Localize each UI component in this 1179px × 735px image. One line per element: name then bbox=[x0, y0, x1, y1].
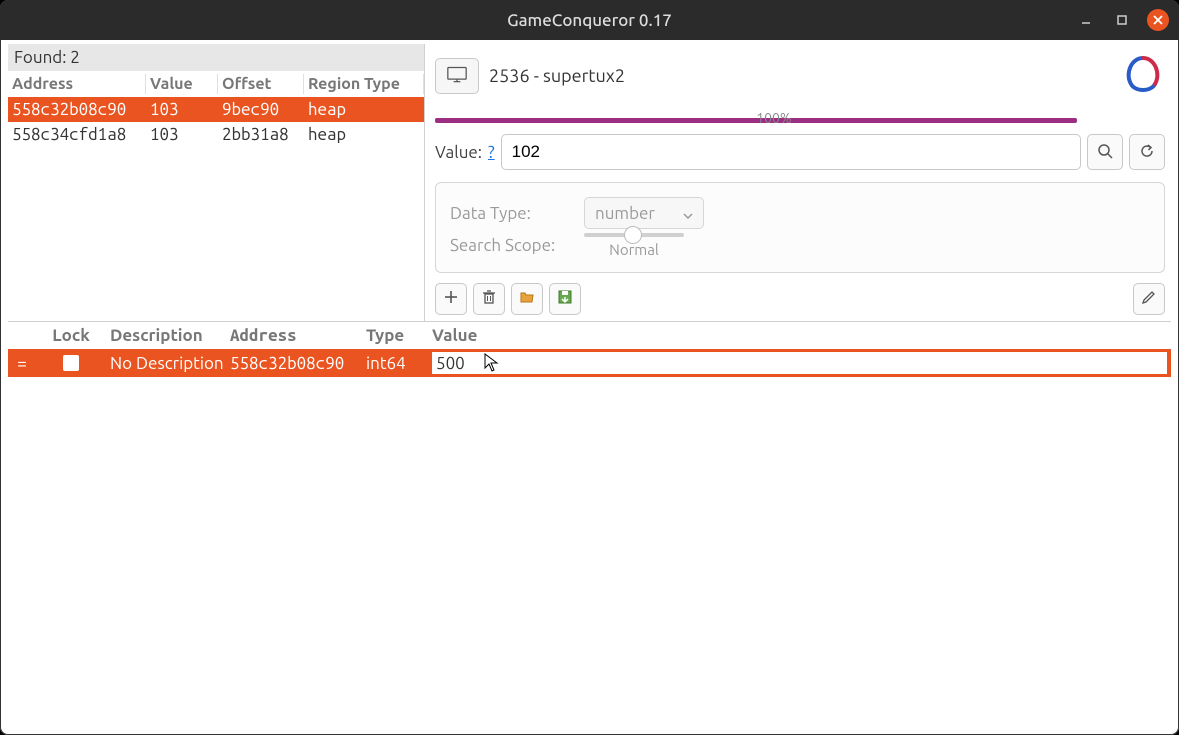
cell-address: 558c32b08c90 bbox=[8, 99, 146, 120]
col-lock[interactable]: Lock bbox=[36, 325, 106, 346]
col-value[interactable]: Value bbox=[146, 74, 218, 94]
cell-region: heap bbox=[304, 99, 424, 120]
col-addr2[interactable]: Address bbox=[226, 325, 362, 346]
cell-offset: 9bec90 bbox=[218, 99, 304, 120]
reset-button[interactable] bbox=[1129, 134, 1165, 170]
save-icon bbox=[557, 289, 573, 309]
data-type-row: Data Type: number bbox=[450, 197, 1150, 229]
add-button[interactable] bbox=[435, 283, 467, 315]
col-desc[interactable]: Description bbox=[106, 325, 226, 346]
cheat-row[interactable]: = No Description558c32b08c90int64 bbox=[8, 349, 1171, 377]
value-help-link[interactable]: ? bbox=[488, 143, 495, 162]
cheat-pane: Lock Description Address Type Value = No … bbox=[8, 322, 1171, 727]
col-address[interactable]: Address bbox=[8, 74, 146, 94]
value-label: Value: bbox=[435, 143, 482, 162]
cell-desc[interactable]: No Description bbox=[106, 353, 226, 374]
slider-thumb[interactable] bbox=[624, 226, 642, 244]
progress-bar: 100% bbox=[435, 110, 1165, 120]
monitor-icon bbox=[447, 66, 467, 87]
process-label: 2536 - supertux2 bbox=[489, 66, 1111, 86]
data-type-label: Data Type: bbox=[450, 204, 560, 223]
col-type[interactable]: Type bbox=[362, 325, 428, 346]
cell-addr[interactable]: 558c32b08c90 bbox=[226, 353, 362, 374]
scope-slider-wrap: Normal bbox=[584, 233, 684, 258]
minimize-button[interactable] bbox=[1075, 9, 1097, 31]
cell-type[interactable]: int64 bbox=[362, 353, 428, 374]
app-window: GameConqueror 0.17 Found: 2 Address Valu… bbox=[0, 0, 1179, 735]
scope-label: Search Scope: bbox=[450, 236, 560, 255]
window-controls bbox=[1075, 0, 1169, 40]
select-process-button[interactable] bbox=[435, 58, 479, 94]
results-table[interactable]: Address Value Offset Region Type 558c32b… bbox=[8, 71, 424, 321]
cheat-toolbar bbox=[435, 283, 1165, 315]
search-pane: 2536 - supertux2 100% Value: ? bbox=[424, 44, 1171, 321]
search-button[interactable] bbox=[1087, 134, 1123, 170]
col-val2[interactable]: Value bbox=[428, 325, 1171, 346]
chevron-down-icon bbox=[683, 204, 693, 223]
titlebar: GameConqueror 0.17 bbox=[0, 0, 1179, 40]
edit-button[interactable] bbox=[1133, 283, 1165, 315]
data-type-value: number bbox=[595, 204, 655, 223]
delete-button[interactable] bbox=[473, 283, 505, 315]
cell-value: 103 bbox=[146, 124, 218, 145]
cell-value[interactable] bbox=[428, 351, 1171, 375]
options-box: Data Type: number Search Scope: bbox=[435, 182, 1165, 273]
results-row[interactable]: 558c32b08c901039bec90heap bbox=[8, 97, 424, 122]
cell-lock[interactable] bbox=[36, 354, 106, 372]
data-type-select[interactable]: number bbox=[584, 197, 704, 229]
app-logo-icon bbox=[1121, 54, 1165, 98]
save-button[interactable] bbox=[549, 283, 581, 315]
close-button[interactable] bbox=[1147, 9, 1169, 31]
refresh-icon bbox=[1139, 143, 1155, 162]
results-pane: Found: 2 Address Value Offset Region Typ… bbox=[8, 44, 424, 321]
col-offset[interactable]: Offset bbox=[218, 74, 304, 94]
value-input[interactable] bbox=[501, 134, 1081, 170]
open-button[interactable] bbox=[511, 283, 543, 315]
window-title: GameConqueror 0.17 bbox=[507, 11, 672, 30]
cheat-header-row: Lock Description Address Type Value bbox=[8, 322, 1171, 349]
results-row[interactable]: 558c34cfd1a81032bb31a8heap bbox=[8, 122, 424, 147]
folder-open-icon bbox=[519, 289, 535, 309]
search-icon bbox=[1097, 143, 1113, 162]
scope-row: Search Scope: Normal bbox=[450, 233, 1150, 258]
plus-icon bbox=[443, 289, 459, 309]
pencil-icon bbox=[1141, 289, 1157, 309]
col-eq bbox=[8, 335, 36, 337]
progress-text: 100% bbox=[756, 110, 791, 126]
process-row: 2536 - supertux2 bbox=[435, 54, 1165, 98]
cell-address: 558c34cfd1a8 bbox=[8, 124, 146, 145]
value-edit-input[interactable] bbox=[432, 352, 1167, 374]
cell-value: 103 bbox=[146, 99, 218, 120]
cell-offset: 2bb31a8 bbox=[218, 124, 304, 145]
results-header-row: Address Value Offset Region Type bbox=[8, 71, 424, 97]
lock-checkbox[interactable] bbox=[63, 355, 79, 371]
cell-region: heap bbox=[304, 124, 424, 145]
cell-eq: = bbox=[8, 353, 36, 374]
trash-icon bbox=[481, 289, 497, 309]
value-row: Value: ? bbox=[435, 134, 1165, 170]
content-area: Found: 2 Address Value Offset Region Typ… bbox=[8, 44, 1171, 727]
col-region[interactable]: Region Type bbox=[304, 74, 424, 94]
scope-slider[interactable] bbox=[584, 233, 684, 237]
maximize-button[interactable] bbox=[1111, 9, 1133, 31]
top-pane: Found: 2 Address Value Offset Region Typ… bbox=[8, 44, 1171, 322]
found-count: Found: 2 bbox=[8, 44, 424, 71]
